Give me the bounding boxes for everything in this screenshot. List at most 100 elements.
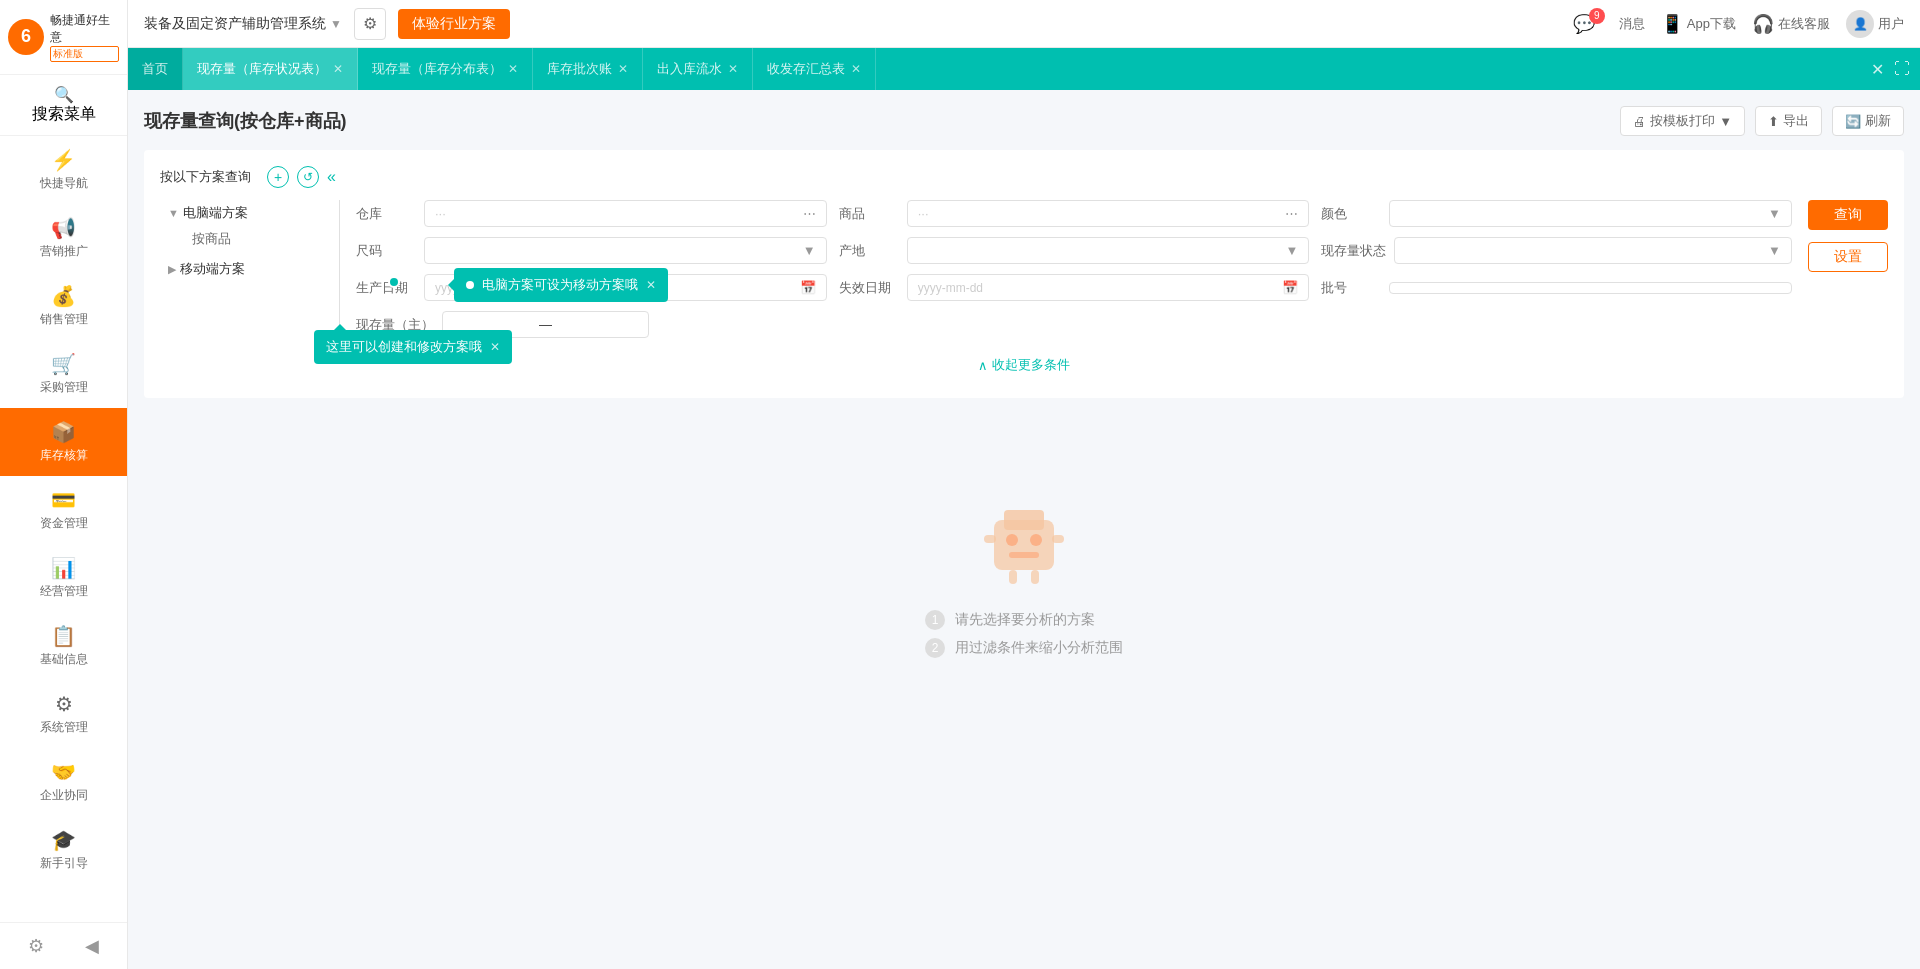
filter-body: ▼ 电脑端方案 按商品 ▶ 移动端方案 bbox=[160, 200, 1888, 348]
industry-plan-button[interactable]: 体验行业方案 bbox=[398, 9, 510, 39]
basic-label: 基础信息 bbox=[40, 651, 88, 668]
product-label: 商品 bbox=[839, 205, 899, 223]
svg-point-2 bbox=[1006, 534, 1018, 546]
tab-inventory-dist-close[interactable]: ✕ bbox=[508, 62, 518, 76]
empty-state-icon bbox=[974, 490, 1074, 590]
settings-button[interactable]: ⚙ bbox=[354, 8, 386, 40]
refresh-icon: 🔄 bbox=[1845, 114, 1861, 129]
search-menu[interactable]: 🔍 搜索菜单 bbox=[0, 75, 127, 136]
tab-collect-summary[interactable]: 收发存汇总表 ✕ bbox=[753, 48, 876, 90]
filter-row-2: 尺码 ▼ 产地 ▼ 现存量状态 bbox=[356, 237, 1792, 264]
filter-header: 按以下方案查询 + ↺ « bbox=[160, 166, 1888, 188]
svg-rect-6 bbox=[1052, 535, 1064, 543]
scheme-tree: ▼ 电脑端方案 按商品 ▶ 移动端方案 bbox=[160, 200, 340, 348]
online-service-label: 在线客服 bbox=[1778, 15, 1830, 33]
sidebar-item-operations[interactable]: 📊 经营管理 bbox=[0, 544, 127, 612]
refresh-button[interactable]: 🔄 刷新 bbox=[1832, 106, 1904, 136]
filter-batch-no: 批号 bbox=[1321, 274, 1792, 301]
cooperation-label: 企业协同 bbox=[40, 787, 88, 804]
system-title: 装备及固定资产辅助管理系统 bbox=[144, 15, 326, 33]
tooltip-pc-close[interactable]: ✕ bbox=[646, 278, 656, 292]
tab-inventory-status-close[interactable]: ✕ bbox=[333, 62, 343, 76]
expiry-date-input[interactable]: yyyy-mm-dd 📅 bbox=[907, 274, 1310, 301]
sidebar-item-marketing[interactable]: 📢 营销推广 bbox=[0, 204, 127, 272]
sidebar-item-sales[interactable]: 💰 销售管理 bbox=[0, 272, 127, 340]
scheme-mobile[interactable]: ▶ 移动端方案 bbox=[160, 256, 327, 282]
sidebar-logo: 6 畅捷通好生意 标准版 bbox=[0, 0, 127, 75]
filter-size: 尺码 ▼ bbox=[356, 237, 827, 264]
product-select[interactable]: ··· ⋯ bbox=[907, 200, 1310, 227]
sidebar-item-basic[interactable]: 📋 基础信息 bbox=[0, 612, 127, 680]
close-all-tabs-icon[interactable]: ✕ bbox=[1871, 60, 1884, 79]
origin-select[interactable]: ▼ bbox=[907, 237, 1310, 264]
product-placeholder: ··· bbox=[918, 206, 929, 221]
arrow-left-button[interactable]: « bbox=[327, 168, 336, 186]
add-scheme-button[interactable]: + bbox=[267, 166, 289, 188]
scheme-pc-product[interactable]: 按商品 bbox=[160, 226, 327, 252]
user-label: 用户 bbox=[1878, 15, 1904, 33]
tab-collect-summary-close[interactable]: ✕ bbox=[851, 62, 861, 76]
svg-rect-5 bbox=[984, 535, 996, 543]
guide-label: 新手引导 bbox=[40, 855, 88, 872]
logo-icon: 6 bbox=[8, 19, 44, 55]
tooltip-edit-close[interactable]: ✕ bbox=[490, 340, 500, 354]
collapse-up-icon: ∧ bbox=[978, 358, 988, 373]
system-title-select[interactable]: 装备及固定资产辅助管理系统 ▼ bbox=[144, 15, 342, 33]
inventory-main-max[interactable] bbox=[558, 317, 638, 332]
quick-nav-label: 快捷导航 bbox=[40, 175, 88, 192]
message-label: 消息 bbox=[1619, 15, 1645, 33]
finance-label: 资金管理 bbox=[40, 515, 88, 532]
sidebar-item-system[interactable]: ⚙ 系统管理 bbox=[0, 680, 127, 748]
batch-no-label: 批号 bbox=[1321, 279, 1381, 297]
message-badge: 9 bbox=[1589, 8, 1605, 24]
warehouse-select[interactable]: ··· ⋯ bbox=[424, 200, 827, 227]
search-button[interactable]: 查询 bbox=[1808, 200, 1888, 230]
expiry-date-label: 失效日期 bbox=[839, 279, 899, 297]
reset-button[interactable]: 设置 bbox=[1808, 242, 1888, 272]
export-button[interactable]: ⬆ 导出 bbox=[1755, 106, 1822, 136]
sidebar-item-guide[interactable]: 🎓 新手引导 bbox=[0, 816, 127, 884]
settings-bottom-icon[interactable]: ⚙ bbox=[28, 935, 44, 957]
tab-inventory-status[interactable]: 现存量（库存状况表） ✕ bbox=[183, 48, 358, 90]
tooltip-pc-scheme: 电脑方案可设为移动方案哦 ✕ bbox=[454, 268, 668, 302]
connector-dot bbox=[388, 276, 400, 288]
scheme-pc[interactable]: ▼ 电脑端方案 bbox=[160, 200, 327, 226]
app-download-icon: 📱 bbox=[1661, 13, 1683, 35]
tab-in-out-flow[interactable]: 出入库流水 ✕ bbox=[643, 48, 753, 90]
print-button[interactable]: 🖨 按模板打印 ▼ bbox=[1620, 106, 1745, 136]
tab-collect-summary-label: 收发存汇总表 bbox=[767, 60, 845, 78]
sidebar-item-purchase[interactable]: 🛒 采购管理 bbox=[0, 340, 127, 408]
tab-home[interactable]: 首页 bbox=[128, 48, 183, 90]
refresh-scheme-button[interactable]: ↺ bbox=[297, 166, 319, 188]
print-dropdown-icon: ▼ bbox=[1719, 114, 1732, 129]
tab-in-out-flow-close[interactable]: ✕ bbox=[728, 62, 738, 76]
fullscreen-icon[interactable]: ⛶ bbox=[1894, 60, 1910, 78]
user-menu[interactable]: 👤 用户 bbox=[1846, 10, 1904, 38]
sidebar-nav: ⚡ 快捷导航 📢 营销推广 💰 销售管理 🛒 采购管理 📦 库存核算 💳 资金管… bbox=[0, 136, 127, 922]
refresh-label: 刷新 bbox=[1865, 112, 1891, 130]
production-date-label: 生产日期 bbox=[356, 279, 416, 297]
app-download-button[interactable]: 📱 App下载 bbox=[1661, 13, 1736, 35]
collapse-sidebar-icon[interactable]: ◀ bbox=[85, 935, 99, 957]
online-service-button[interactable]: 🎧 在线客服 bbox=[1752, 13, 1830, 35]
inventory-status-select[interactable]: ▼ bbox=[1394, 237, 1792, 264]
message-button[interactable]: 💬 9 消息 bbox=[1573, 13, 1645, 35]
sidebar-item-finance[interactable]: 💳 资金管理 bbox=[0, 476, 127, 544]
size-select[interactable]: ▼ bbox=[424, 237, 827, 264]
svg-rect-8 bbox=[1031, 570, 1039, 584]
tab-batch-ledger[interactable]: 库存批次账 ✕ bbox=[533, 48, 643, 90]
marketing-icon: 📢 bbox=[51, 216, 76, 240]
sidebar-item-inventory[interactable]: 📦 库存核算 bbox=[0, 408, 127, 476]
tab-inventory-dist[interactable]: 现存量（库存分布表） ✕ bbox=[358, 48, 533, 90]
pc-product-label: 按商品 bbox=[192, 230, 231, 248]
step-2-num: 2 bbox=[925, 638, 945, 658]
tab-batch-ledger-close[interactable]: ✕ bbox=[618, 62, 628, 76]
batch-no-input[interactable] bbox=[1389, 282, 1792, 294]
sidebar-item-cooperation[interactable]: 🤝 企业协同 bbox=[0, 748, 127, 816]
sidebar-item-quick-nav[interactable]: ⚡ 快捷导航 bbox=[0, 136, 127, 204]
basic-icon: 📋 bbox=[51, 624, 76, 648]
color-select[interactable]: ▼ bbox=[1389, 200, 1792, 227]
mobile-expand-arrow: ▶ bbox=[168, 263, 176, 276]
warehouse-label: 仓库 bbox=[356, 205, 416, 223]
tabs-bar: 首页 现存量（库存状况表） ✕ 现存量（库存分布表） ✕ 库存批次账 ✕ 出入库… bbox=[128, 48, 1920, 90]
